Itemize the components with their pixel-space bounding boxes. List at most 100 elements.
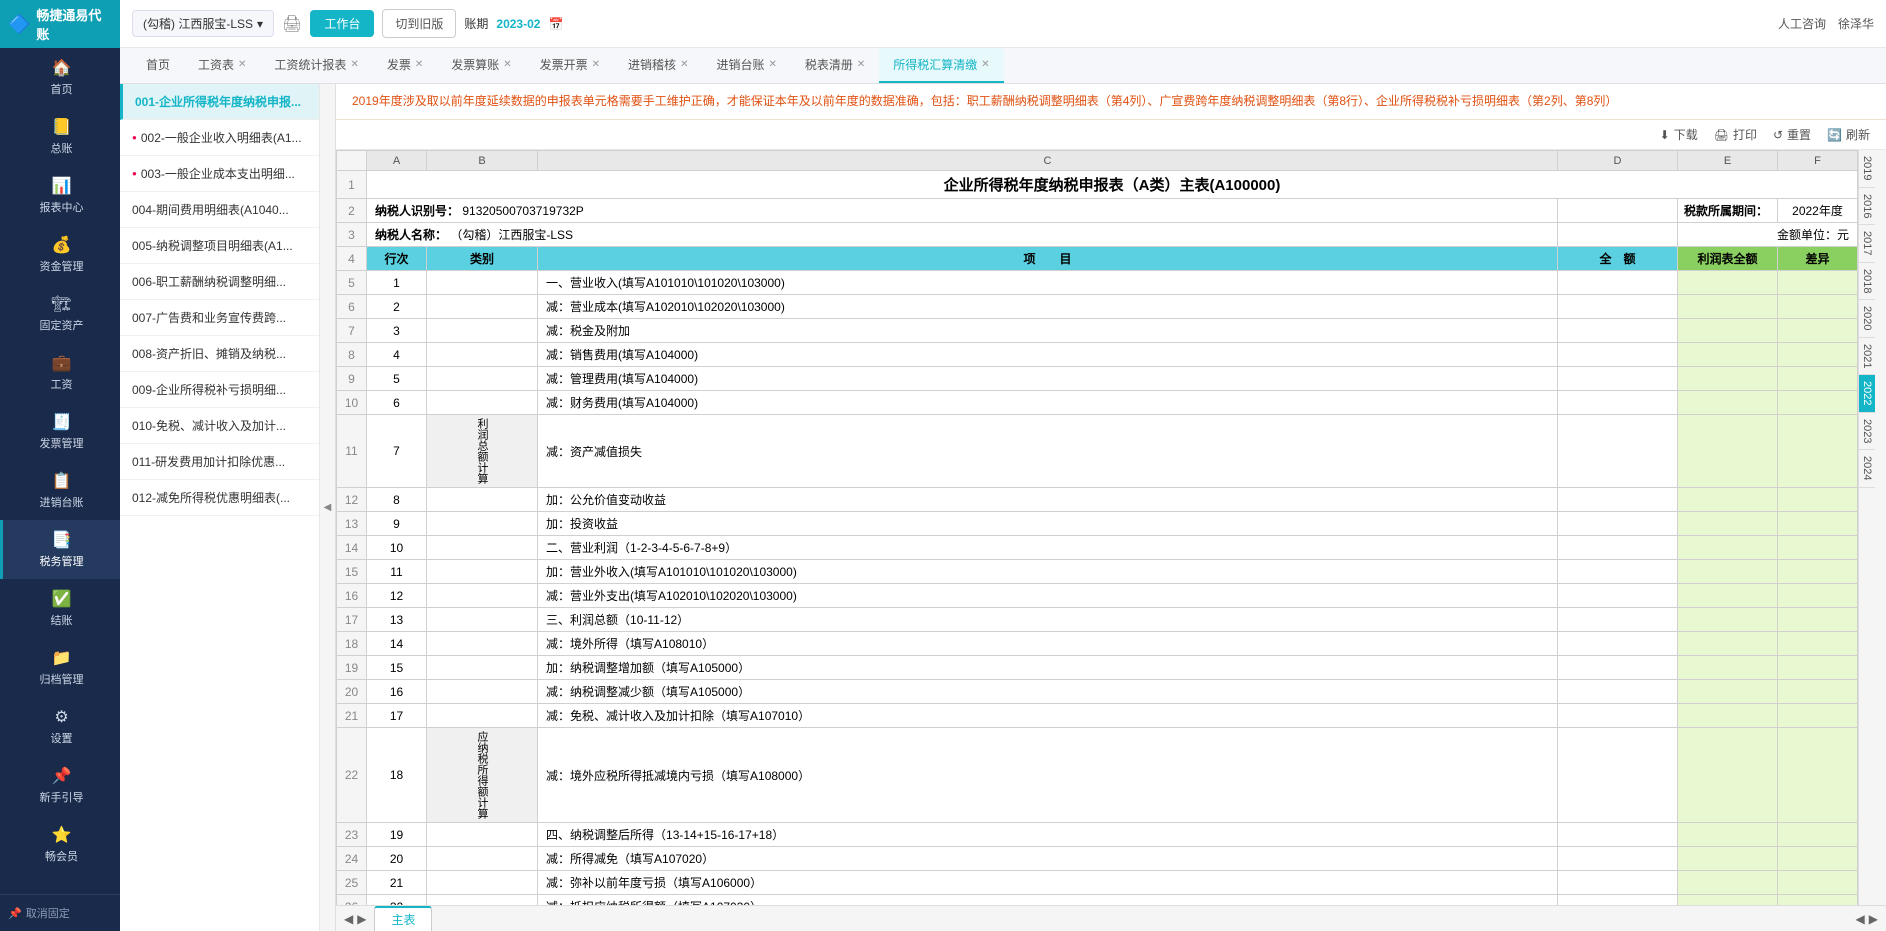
sidebar-item-inout[interactable]: 📋进销台账 [0, 461, 120, 520]
item-5[interactable]: 减：财务费用(填写A104000) [538, 391, 1558, 415]
diff-18[interactable] [1778, 823, 1858, 847]
sidebar-item-assets[interactable]: 🏗固定资产 [0, 284, 120, 343]
amount-16[interactable] [1558, 704, 1678, 728]
diff-10[interactable] [1778, 560, 1858, 584]
item-12[interactable]: 三、利润总额（10-11-12） [538, 608, 1558, 632]
diff-21[interactable] [1778, 895, 1858, 905]
list-item-012[interactable]: 012-减免所得税优惠明细表(... [120, 480, 319, 516]
line-7[interactable]: 8 [367, 488, 427, 512]
year-2018[interactable]: 2018 [1859, 263, 1875, 300]
diff-9[interactable] [1778, 536, 1858, 560]
spreadsheet-container[interactable]: A B C D E F 1企业所得税年度纳税申报表（A类）主表(A100000)… [336, 150, 1858, 905]
diff-4[interactable] [1778, 367, 1858, 391]
item-19[interactable]: 减：所得减免（填写A107020） [538, 847, 1558, 871]
item-13[interactable]: 减：境外所得（填写A108010） [538, 632, 1558, 656]
profit-4[interactable] [1678, 367, 1778, 391]
line-0[interactable]: 1 [367, 271, 427, 295]
item-21[interactable]: 减：抵扣应纳税所得额（填写A107030） [538, 895, 1558, 905]
profit-14[interactable] [1678, 656, 1778, 680]
workbench-button[interactable]: 工作台 [310, 10, 374, 37]
tab-0[interactable]: 首页 [132, 48, 184, 83]
list-item-011[interactable]: 011-研发费用加计扣除优惠... [120, 444, 319, 480]
diff-20[interactable] [1778, 871, 1858, 895]
sidebar-item-archive[interactable]: 📁归档管理 [0, 638, 120, 697]
profit-7[interactable] [1678, 488, 1778, 512]
tab-close-2[interactable]: ✕ [350, 59, 358, 70]
list-item-003[interactable]: ●003-一般企业成本支出明细... [120, 156, 319, 192]
year-2024[interactable]: 2024 [1859, 450, 1875, 487]
year-2022[interactable]: 2022 [1859, 375, 1875, 412]
line-16[interactable]: 17 [367, 704, 427, 728]
line-17[interactable]: 18 [367, 728, 427, 823]
line-20[interactable]: 21 [367, 871, 427, 895]
sidebar-item-ledger[interactable]: 📒总账 [0, 107, 120, 166]
prev-sheet-btn[interactable]: ◀ [344, 912, 353, 926]
item-0[interactable]: 一、营业收入(填写A101010\101020\103000) [538, 271, 1558, 295]
company-selector[interactable]: (勾稽) 江西服宝-LSS ▾ [132, 10, 274, 37]
scroll-left-btn[interactable]: ◀ [1856, 912, 1865, 926]
line-19[interactable]: 20 [367, 847, 427, 871]
list-item-007[interactable]: 007-广告费和业务宣传费跨... [120, 300, 319, 336]
profit-0[interactable] [1678, 271, 1778, 295]
profit-15[interactable] [1678, 680, 1778, 704]
list-item-008[interactable]: 008-资产折旧、摊销及纳税... [120, 336, 319, 372]
item-3[interactable]: 减：销售费用(填写A104000) [538, 343, 1558, 367]
user-name[interactable]: 徐泽华 [1838, 15, 1874, 32]
sheet-tab-主表[interactable]: 主表 [374, 906, 432, 931]
sidebar-item-home[interactable]: 🏠首页 [0, 48, 120, 107]
list-item-005[interactable]: 005-纳税调整项目明细表(A1... [120, 228, 319, 264]
line-2[interactable]: 3 [367, 319, 427, 343]
line-8[interactable]: 9 [367, 512, 427, 536]
item-15[interactable]: 减：纳税调整减少额（填写A105000） [538, 680, 1558, 704]
profit-6[interactable] [1678, 415, 1778, 488]
diff-15[interactable] [1778, 680, 1858, 704]
line-13[interactable]: 14 [367, 632, 427, 656]
year-2016[interactable]: 2016 [1859, 188, 1875, 225]
sidebar-item-funds[interactable]: 💰资金管理 [0, 225, 120, 284]
item-18[interactable]: 四、纳税调整后所得（13-14+15-16-17+18） [538, 823, 1558, 847]
diff-6[interactable] [1778, 415, 1858, 488]
tab-8[interactable]: 税表清册✕ [791, 48, 879, 83]
tab-close-5[interactable]: ✕ [592, 59, 600, 70]
tab-3[interactable]: 发票✕ [373, 48, 437, 83]
diff-12[interactable] [1778, 608, 1858, 632]
line-3[interactable]: 4 [367, 343, 427, 367]
list-item-009[interactable]: 009-企业所得税补亏损明细... [120, 372, 319, 408]
diff-3[interactable] [1778, 343, 1858, 367]
amount-11[interactable] [1558, 584, 1678, 608]
scroll-right-btn[interactable]: ▶ [1869, 912, 1878, 926]
profit-17[interactable] [1678, 728, 1778, 823]
diff-0[interactable] [1778, 271, 1858, 295]
list-item-006[interactable]: 006-职工薪酬纳税调整明细... [120, 264, 319, 300]
profit-5[interactable] [1678, 391, 1778, 415]
sidebar-item-member[interactable]: ⭐畅会员 [0, 815, 120, 874]
line-12[interactable]: 13 [367, 608, 427, 632]
diff-13[interactable] [1778, 632, 1858, 656]
diff-2[interactable] [1778, 319, 1858, 343]
list-item-001[interactable]: 001-企业所得税年度纳税申报... [120, 84, 319, 120]
diff-11[interactable] [1778, 584, 1858, 608]
amount-6[interactable] [1558, 415, 1678, 488]
line-15[interactable]: 16 [367, 680, 427, 704]
reset-button[interactable]: ↺ 重置 [1773, 126, 1811, 143]
amount-19[interactable] [1558, 847, 1678, 871]
item-9[interactable]: 二、营业利润（1-2-3-4-5-6-7-8+9） [538, 536, 1558, 560]
sidebar-item-invoice[interactable]: 🧾发票管理 [0, 402, 120, 461]
profit-18[interactable] [1678, 823, 1778, 847]
year-2020[interactable]: 2020 [1859, 300, 1875, 337]
amount-4[interactable] [1558, 367, 1678, 391]
line-5[interactable]: 6 [367, 391, 427, 415]
amount-17[interactable] [1558, 728, 1678, 823]
year-2017[interactable]: 2017 [1859, 225, 1875, 262]
year-2021[interactable]: 2021 [1859, 338, 1875, 375]
item-14[interactable]: 加：纳税调整增加额（填写A105000） [538, 656, 1558, 680]
profit-19[interactable] [1678, 847, 1778, 871]
profit-8[interactable] [1678, 512, 1778, 536]
tab-close-6[interactable]: ✕ [680, 59, 688, 70]
line-10[interactable]: 11 [367, 560, 427, 584]
item-6[interactable]: 减：资产减值损失 [538, 415, 1558, 488]
tab-9[interactable]: 所得税汇算清缴✕ [879, 48, 1003, 83]
line-18[interactable]: 19 [367, 823, 427, 847]
tab-close-7[interactable]: ✕ [768, 59, 776, 70]
amount-8[interactable] [1558, 512, 1678, 536]
